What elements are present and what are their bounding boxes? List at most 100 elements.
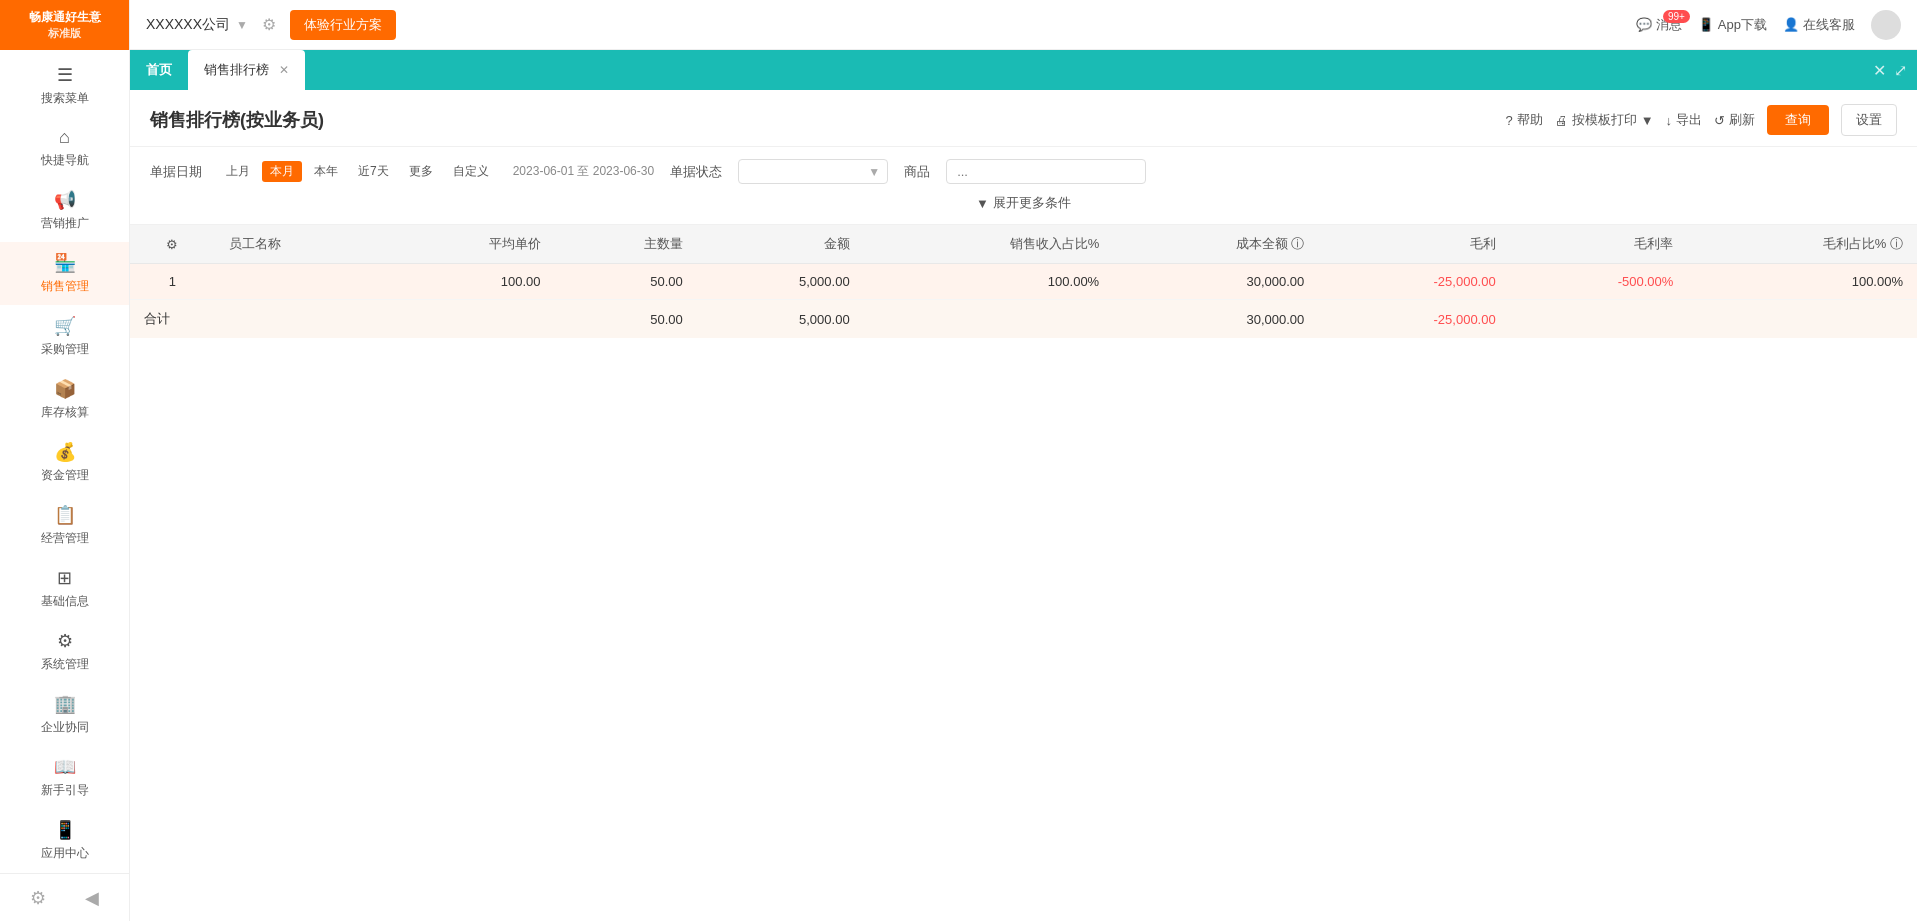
sidebar-settings-btn[interactable]: ⚙	[30, 887, 46, 909]
sidebar-icon-operation: 📋	[54, 504, 76, 526]
sidebar-icon-guide: 📖	[54, 756, 76, 778]
settings-panel-button[interactable]: 设置	[1841, 104, 1897, 136]
sidebar-collapse-btn[interactable]: ◀	[85, 887, 99, 909]
export-icon: ↓	[1666, 113, 1673, 128]
sidebar-icon-sales: 🏪	[54, 252, 76, 274]
export-button[interactable]: ↓ 导出	[1666, 111, 1703, 129]
sidebar-item-search-orders[interactable]: ☰搜索菜单	[0, 54, 129, 117]
sidebar-item-purchase[interactable]: 🛒采购管理	[0, 305, 129, 368]
cell-qty: 50.00	[555, 264, 697, 300]
footer-gross: -25,000.00	[1318, 300, 1509, 339]
message-badge: 99+	[1663, 10, 1690, 23]
expand-conditions-button[interactable]: ▼ 展开更多条件	[976, 194, 1071, 212]
date-tab-more[interactable]: 更多	[401, 161, 441, 182]
table-area: ⚙ 员工名称 平均单价 主数量 金额 销售收入占比% 成本全额 ⓘ 毛利 毛利率…	[130, 225, 1917, 921]
cell-gross: -25,000.00	[1318, 264, 1509, 300]
filter-row: 单据日期 上月 本月 本年 近7天 更多 自定义 2023-06-01 至 20…	[150, 159, 1897, 184]
app-download-icon: 📱	[1698, 17, 1714, 32]
tab-close-icon[interactable]: ✕	[279, 63, 289, 77]
sidebar-item-finance[interactable]: 💰 资金管理	[0, 431, 129, 494]
sidebar-icon-quick-nav: ⌂	[59, 127, 70, 148]
tab-sales-ranking-label: 销售排行榜	[204, 61, 269, 79]
sidebar-item-guide[interactable]: 📖 新手引导	[0, 746, 129, 809]
app-download-button[interactable]: 📱 App下载	[1698, 16, 1767, 34]
logo-sub: 标准版	[48, 26, 81, 40]
trial-button[interactable]: 体验行业方案	[290, 10, 396, 40]
date-tabs: 上月 本月 本年 近7天 更多 自定义	[218, 161, 497, 182]
col-header-avg-price: 平均单价	[385, 225, 555, 264]
tab-sales-ranking[interactable]: 销售排行榜 ✕	[188, 50, 305, 90]
data-table: ⚙ 员工名称 平均单价 主数量 金额 销售收入占比% 成本全额 ⓘ 毛利 毛利率…	[130, 225, 1917, 338]
cell-gross-pct: 100.00%	[1687, 264, 1917, 300]
print-button[interactable]: 🖨 按模板打印 ▼	[1555, 111, 1654, 129]
sidebar-icon-finance: 💰	[54, 441, 76, 463]
col-header-sales-pct: 销售收入占比%	[864, 225, 1114, 264]
refresh-button[interactable]: ↺ 刷新	[1714, 111, 1755, 129]
sidebar-item-enterprise[interactable]: 🏢企业协同	[0, 683, 129, 746]
user-avatar[interactable]	[1871, 10, 1901, 40]
status-select[interactable]	[738, 159, 888, 184]
footer-avg-price	[385, 300, 555, 339]
page-title: 销售排行榜(按业务员)	[150, 108, 1505, 132]
sidebar-label-app-center: 应用中心	[41, 845, 89, 862]
sidebar-item-base-info[interactable]: ⊞基础信息	[0, 557, 129, 620]
message-button[interactable]: 💬 消息 99+	[1636, 16, 1682, 34]
company-chevron-icon: ▼	[236, 18, 248, 32]
tab-home[interactable]: 首页	[130, 50, 188, 90]
cell-amount: 5,000.00	[697, 264, 864, 300]
logo-title: 畅康通好生意	[29, 10, 101, 26]
online-service-icon: 👤	[1783, 17, 1799, 32]
col-header-amount: 金额	[697, 225, 864, 264]
sidebar-item-operation[interactable]: 📋 经营管理	[0, 494, 129, 557]
footer-cost: 30,000.00	[1113, 300, 1318, 339]
help-button[interactable]: ? 帮助	[1505, 111, 1542, 129]
header-settings-icon[interactable]: ⚙	[262, 15, 276, 34]
refresh-label: 刷新	[1729, 111, 1755, 129]
online-service-button[interactable]: 👤 在线客服	[1783, 16, 1855, 34]
header-right: 💬 消息 99+ 📱 App下载 👤 在线客服	[1636, 10, 1901, 40]
sidebar-label-finance: 资金管理	[41, 467, 89, 484]
table-body: 1 100.00 50.00 5,000.00 100.00% 30,000.0…	[130, 264, 1917, 300]
app-download-label: App下载	[1718, 16, 1767, 34]
tab-maximize-icon[interactable]: ⤢	[1894, 61, 1907, 80]
expand-row: ▼ 展开更多条件	[150, 194, 1897, 212]
sidebar-label-base-info: 基础信息	[41, 593, 89, 610]
sidebar-item-marketing[interactable]: 📢营销推广	[0, 179, 129, 242]
col-header-settings[interactable]: ⚙	[130, 225, 215, 264]
date-tab-this-year[interactable]: 本年	[306, 161, 346, 182]
export-label: 导出	[1676, 111, 1702, 129]
sidebar-item-system[interactable]: ⚙系统管理	[0, 620, 129, 683]
date-tab-custom[interactable]: 自定义	[445, 161, 497, 182]
col-header-name: 员工名称	[215, 225, 385, 264]
sidebar-item-inventory[interactable]: 📦库存核算	[0, 368, 129, 431]
app-logo: 畅康通好生意 标准版	[0, 0, 129, 50]
goods-input[interactable]	[946, 159, 1146, 184]
query-button[interactable]: 查询	[1767, 105, 1829, 135]
sidebar-nav: ☰搜索菜单⌂快捷导航📢营销推广🏪销售管理🛒采购管理📦库存核算 💰 资金管理 📋 经营管理…	[0, 50, 129, 873]
tab-close-window-icon[interactable]: ✕	[1873, 61, 1886, 80]
tab-right-buttons: ✕ ⤢	[1873, 61, 1917, 80]
company-selector[interactable]: XXXXXX公司 ▼	[146, 16, 248, 34]
date-tab-this-month[interactable]: 本月	[262, 161, 302, 182]
sidebar-item-app-center[interactable]: 📱应用中心	[0, 809, 129, 872]
main-area: XXXXXX公司 ▼ ⚙ 体验行业方案 💬 消息 99+ 📱 App下载 👤 在…	[130, 0, 1917, 921]
page-container: 销售排行榜(按业务员) ? 帮助 🖨 按模板打印 ▼ ↓ 导出	[130, 90, 1917, 921]
footer-label: 合计	[130, 300, 385, 339]
sidebar-label-operation: 经营管理	[41, 530, 89, 547]
date-tab-last-month[interactable]: 上月	[218, 161, 258, 182]
expand-label: 展开更多条件	[993, 194, 1071, 212]
footer-qty: 50.00	[555, 300, 697, 339]
sidebar-item-sales[interactable]: 🏪销售管理	[0, 242, 129, 305]
footer-amount: 5,000.00	[697, 300, 864, 339]
sidebar-label-guide: 新手引导	[41, 782, 89, 799]
page-header: 销售排行榜(按业务员) ? 帮助 🖨 按模板打印 ▼ ↓ 导出	[130, 90, 1917, 147]
status-select-wrapper: ▼	[738, 159, 888, 184]
print-icon: 🖨	[1555, 113, 1568, 128]
sidebar-icon-marketing: 📢	[54, 189, 76, 211]
sidebar-label-inventory: 库存核算	[41, 404, 89, 421]
sidebar-item-quick-nav[interactable]: ⌂快捷导航	[0, 117, 129, 179]
company-name: XXXXXX公司	[146, 16, 230, 34]
sidebar-label-search-orders: 搜索菜单	[41, 90, 89, 107]
date-tab-last7[interactable]: 近7天	[350, 161, 397, 182]
online-service-label: 在线客服	[1803, 16, 1855, 34]
